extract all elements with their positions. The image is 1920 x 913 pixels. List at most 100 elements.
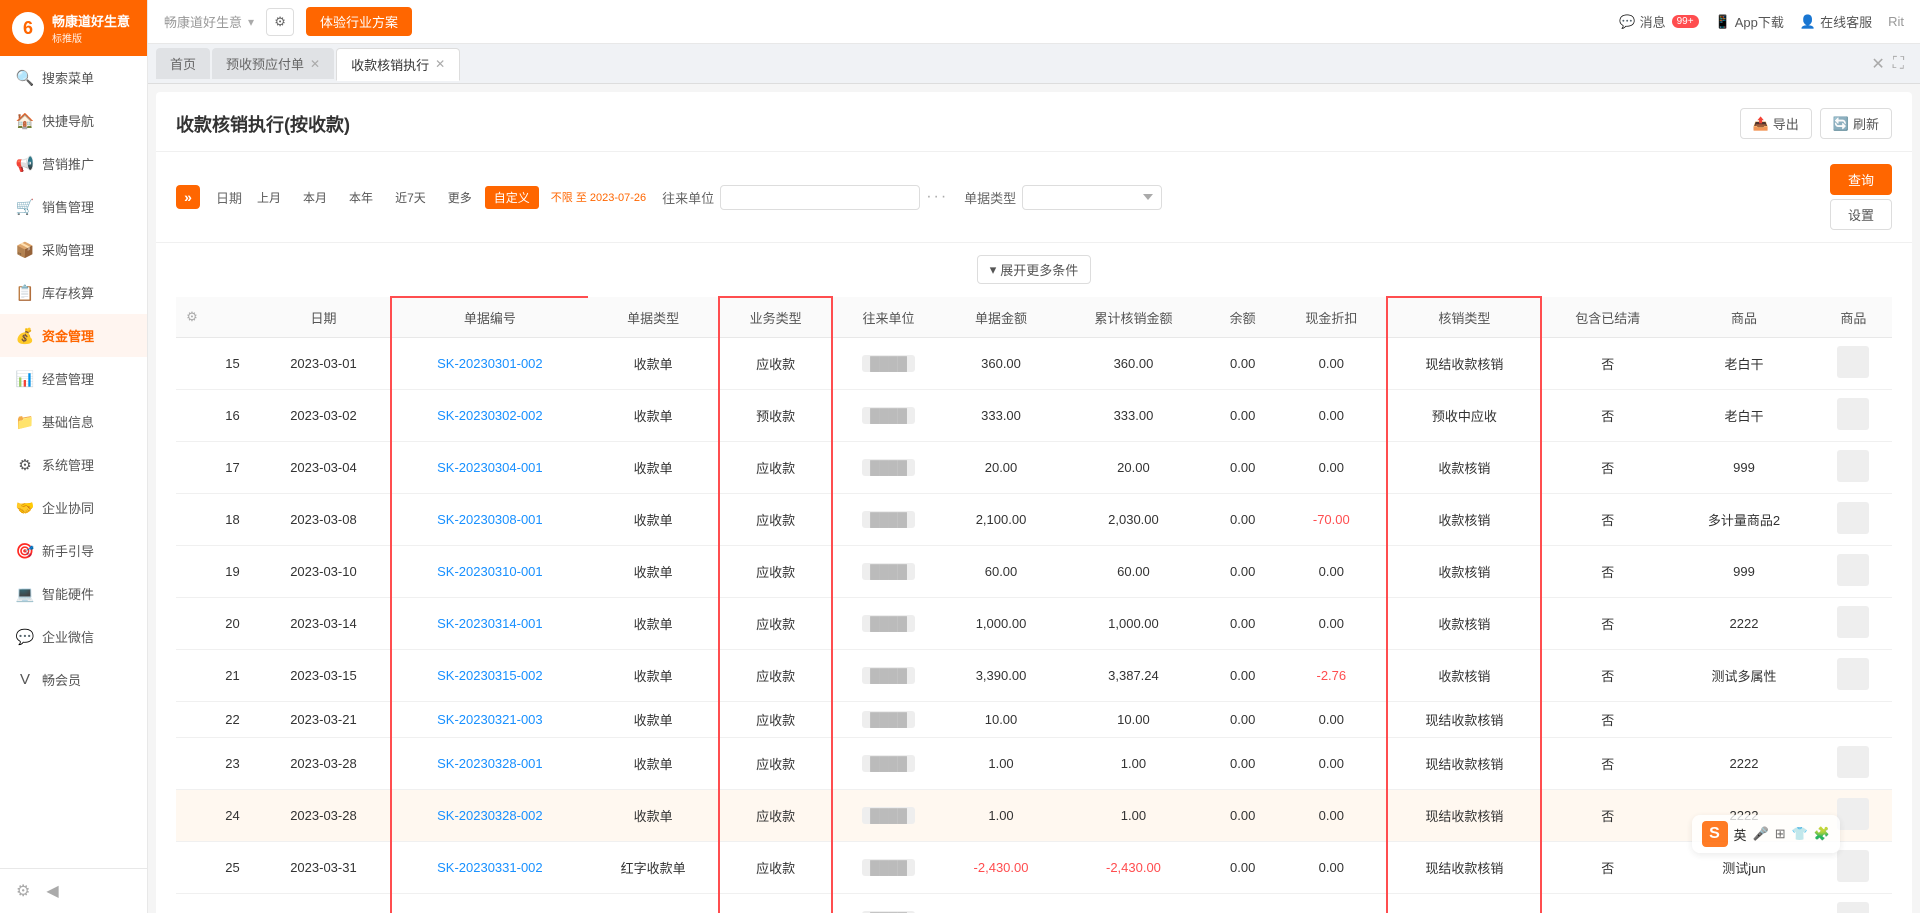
row-settings[interactable]: [176, 650, 208, 702]
doc-link[interactable]: SK-20230310-001: [437, 564, 543, 579]
row-goods2: [1815, 390, 1892, 442]
doc-link[interactable]: SK-20230314-001: [437, 616, 543, 631]
row-docno: SK-20230314-001: [391, 598, 588, 650]
row-seq: 24: [208, 790, 257, 842]
row-verifytype: 收款核销: [1387, 494, 1541, 546]
row-verifytype: 现结收款核销: [1387, 790, 1541, 842]
sidebar-item-wechat[interactable]: 💬 企业微信: [0, 615, 147, 658]
filter-receipt-type-select[interactable]: [1022, 185, 1162, 210]
sidebar-item-quicknav[interactable]: 🏠 快捷导航: [0, 99, 147, 142]
row-biztype: 应收款: [719, 494, 831, 546]
row-settings[interactable]: [176, 842, 208, 894]
doc-link[interactable]: SK-20230302-002: [437, 408, 543, 423]
row-settings[interactable]: [176, 738, 208, 790]
filter-date-7days[interactable]: 近7天: [386, 186, 435, 209]
row-settings[interactable]: [176, 442, 208, 494]
row-goods: 多计量商品2: [1673, 494, 1815, 546]
row-goods2: [1815, 442, 1892, 494]
doc-link[interactable]: SK-20230328-001: [437, 756, 543, 771]
sidebar-bottom: ⚙ ◀: [0, 868, 147, 913]
sidebar-item-sales[interactable]: 🛒 销售管理: [0, 185, 147, 228]
topbar-dropdown-icon[interactable]: ▾: [248, 15, 254, 29]
sidebar-item-search[interactable]: 🔍 搜索菜单: [0, 56, 147, 99]
filter-date-buttons: 上月 本月 本年 近7天 更多 自定义: [248, 186, 539, 209]
messages-button[interactable]: 💬 消息 99+: [1619, 12, 1698, 31]
sidebar-item-system[interactable]: ⚙ 系统管理: [0, 443, 147, 486]
tab-collection-label: 收款核销执行: [351, 55, 429, 74]
sidebar-item-inventory[interactable]: 📋 库存核算: [0, 271, 147, 314]
tab-collection-close[interactable]: ✕: [435, 57, 445, 71]
tab-collection[interactable]: 收款核销执行 ✕: [336, 48, 460, 81]
col-settings-header[interactable]: ⚙: [176, 297, 208, 338]
refresh-button[interactable]: 🔄 刷新: [1820, 108, 1892, 139]
tab-close-all-button[interactable]: ✕: [1871, 54, 1884, 74]
filter-date-last-month[interactable]: 上月: [248, 186, 290, 209]
row-date: 2023-03-02: [257, 390, 391, 442]
row-settings[interactable]: [176, 390, 208, 442]
filter-date-this-month[interactable]: 本月: [294, 186, 336, 209]
row-partner: ████: [832, 598, 944, 650]
row-date: 2023-04-03: [257, 894, 391, 913]
sidebar-icon-search: 🔍: [16, 69, 34, 87]
doc-link[interactable]: SK-20230301-002: [437, 356, 543, 371]
sidebar-item-marketing[interactable]: 📢 营销推广: [0, 142, 147, 185]
doc-link[interactable]: SK-20230321-003: [437, 712, 543, 727]
row-accum: 20.00: [1058, 442, 1209, 494]
expand-conditions-button[interactable]: ▾ 展开更多条件: [977, 255, 1092, 284]
row-partner: ████: [832, 390, 944, 442]
filter-settings-button[interactable]: 设置: [1830, 199, 1892, 230]
sidebar-item-member[interactable]: V 畅会员: [0, 658, 147, 701]
row-partner: ████: [832, 790, 944, 842]
filter-query-button[interactable]: 查询: [1830, 164, 1892, 195]
doc-link[interactable]: SK-20230308-001: [437, 512, 543, 527]
row-seq: 17: [208, 442, 257, 494]
row-date: 2023-03-15: [257, 650, 391, 702]
table-row: 19 2023-03-10 SK-20230310-001 收款单 应收款 ██…: [176, 546, 1892, 598]
tab-home[interactable]: 首页: [156, 48, 210, 79]
col-verifytype-header: 核销类型: [1387, 297, 1541, 338]
sidebar-item-newbie[interactable]: 🎯 新手引导: [0, 529, 147, 572]
tab-expand-button[interactable]: ⛶: [1893, 55, 1904, 73]
sidebar-label-sales: 销售管理: [42, 197, 94, 216]
row-settings[interactable]: [176, 702, 208, 738]
filter-toggle-button[interactable]: »: [176, 185, 200, 209]
row-settings[interactable]: [176, 338, 208, 390]
content-area: 收款核销执行(按收款) 📤 导出 🔄 刷新 » 日期: [148, 84, 1920, 913]
sidebar-item-purchase[interactable]: 📦 采购管理: [0, 228, 147, 271]
filter-date-more[interactable]: 更多: [439, 186, 481, 209]
row-goods: 2222: [1673, 738, 1815, 790]
filter-partner-input[interactable]: [720, 185, 920, 210]
doc-link[interactable]: SK-20230315-002: [437, 668, 543, 683]
settings-icon[interactable]: ⚙: [16, 881, 30, 901]
topbar-gear-button[interactable]: ⚙: [266, 8, 294, 36]
tab-controls: ✕ ⛶: [1871, 54, 1912, 74]
sidebar-icon-wechat: 💬: [16, 628, 34, 646]
collapse-icon[interactable]: ◀: [46, 881, 58, 901]
app-download-button[interactable]: 📱 App下载: [1715, 12, 1784, 31]
industry-solution-button[interactable]: 体验行业方案: [306, 7, 412, 36]
row-settings[interactable]: [176, 494, 208, 546]
online-service-button[interactable]: 👤 在线客服: [1800, 12, 1872, 31]
tab-prepay-close[interactable]: ✕: [310, 57, 320, 71]
sidebar-item-operation[interactable]: 📊 经营管理: [0, 357, 147, 400]
logo-icon: 6: [12, 12, 44, 44]
row-settings[interactable]: [176, 790, 208, 842]
row-settings[interactable]: [176, 894, 208, 913]
filter-date-this-year[interactable]: 本年: [340, 186, 382, 209]
sidebar-item-enterprise[interactable]: 🤝 企业协同: [0, 486, 147, 529]
tab-prepay[interactable]: 预收预应付单 ✕: [212, 48, 334, 79]
sidebar-item-finance[interactable]: 💰 资金管理: [0, 314, 147, 357]
doc-link[interactable]: SK-20230328-002: [437, 808, 543, 823]
filter-dots[interactable]: ···: [926, 188, 948, 206]
row-settings[interactable]: [176, 546, 208, 598]
sidebar-item-hardware[interactable]: 💻 智能硬件: [0, 572, 147, 615]
filter-date-label: 日期: [216, 188, 242, 207]
col-accum-header: 累计核销金额: [1058, 297, 1209, 338]
export-button[interactable]: 📤 导出: [1740, 108, 1812, 139]
sidebar-item-basic[interactable]: 📁 基础信息: [0, 400, 147, 443]
doc-link[interactable]: SK-20230331-002: [437, 860, 543, 875]
row-settings[interactable]: [176, 598, 208, 650]
doc-link[interactable]: SK-20230304-001: [437, 460, 543, 475]
filter-date-custom[interactable]: 自定义: [485, 186, 539, 209]
row-verifytype: 预收中应收: [1387, 390, 1541, 442]
